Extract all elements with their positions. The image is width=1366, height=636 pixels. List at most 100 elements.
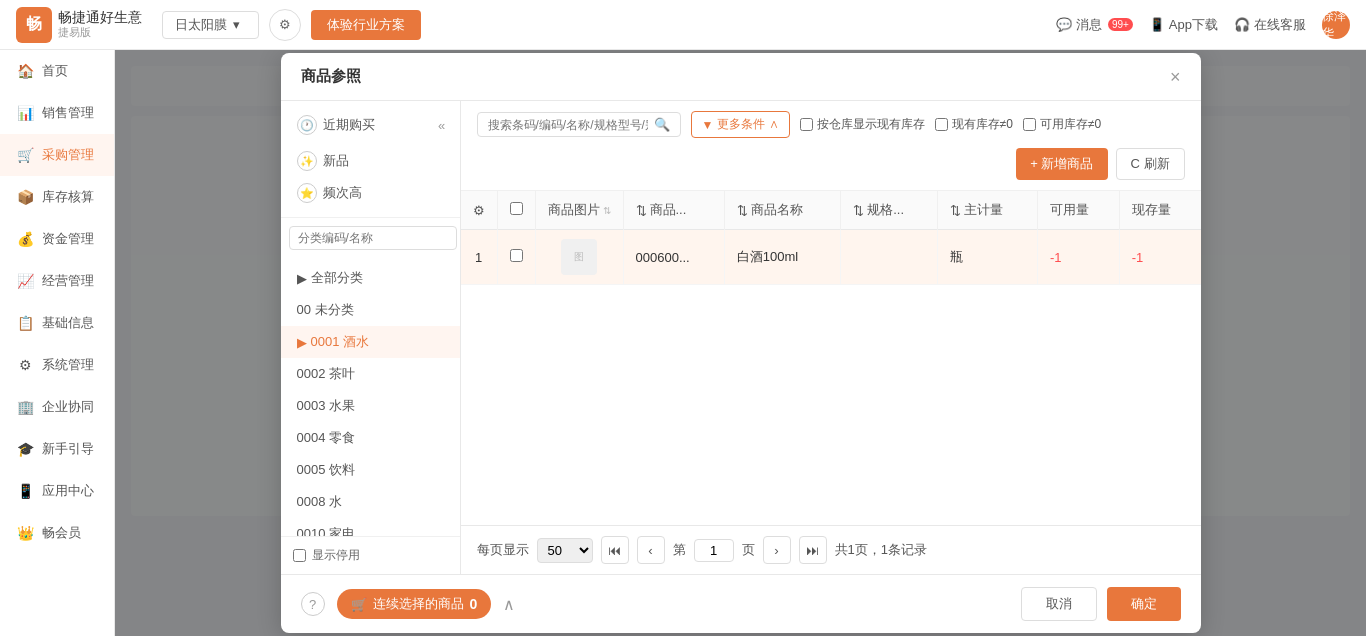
warehouse-stock-label: 按仓库显示现有库存 <box>817 116 925 133</box>
category-fruit[interactable]: 0003 水果 <box>281 390 460 422</box>
row-checkbox[interactable] <box>510 249 523 262</box>
current-stock-checkbox[interactable] <box>935 118 948 131</box>
select-all-checkbox[interactable] <box>510 202 523 215</box>
product-reference-modal: 商品参照 × 🕐 近期购买 « <box>281 53 1201 633</box>
user-name: 徐泽华 <box>1322 8 1350 42</box>
sidebar-label-operations: 经营管理 <box>42 272 94 290</box>
available-stock-checkbox[interactable] <box>1023 118 1036 131</box>
filter-icon: ▼ <box>702 118 714 132</box>
product-search-input[interactable] <box>488 118 648 132</box>
headset-icon: 🎧 <box>1234 17 1250 32</box>
th-settings[interactable]: ⚙ <box>461 191 498 230</box>
quick-link-new-label: 新品 <box>323 152 349 170</box>
right-panel: 🔍 ▼ 更多条件 ∧ 按仓库显示现有库存 <box>461 101 1201 574</box>
th-code-sort-icon: ⇅ <box>636 203 647 218</box>
toolbar-right: + 新增商品 C 刷新 <box>1016 148 1184 180</box>
new-product-icon: ✨ <box>297 151 317 171</box>
category-snacks[interactable]: 0004 零食 <box>281 422 460 454</box>
modal-close-button[interactable]: × <box>1170 68 1181 86</box>
cancel-button[interactable]: 取消 <box>1021 587 1097 621</box>
user-avatar[interactable]: 徐泽华 <box>1322 11 1350 39</box>
row-image-cell: 图 <box>535 230 623 285</box>
sidebar-item-apps[interactable]: 📱 应用中心 <box>0 470 114 512</box>
app-download-item[interactable]: 📱 App下载 <box>1149 16 1218 34</box>
category-appliances-label: 0010 家电 <box>297 525 356 536</box>
sidebar-item-basic[interactable]: 📋 基础信息 <box>0 302 114 344</box>
quick-link-recent[interactable]: 🕐 近期购买 <box>289 109 383 141</box>
category-all[interactable]: ▶ 全部分类 <box>281 262 460 294</box>
sidebar-item-finance[interactable]: 💰 资金管理 <box>0 218 114 260</box>
page-size-select[interactable]: 10 20 50 100 <box>537 538 593 563</box>
category-alcohol[interactable]: ▶ 0001 酒水 <box>281 326 460 358</box>
sidebar-item-guide[interactable]: 🎓 新手引导 <box>0 428 114 470</box>
category-search-input[interactable] <box>289 226 457 250</box>
category-tea[interactable]: 0002 茶叶 <box>281 358 460 390</box>
sidebar-item-purchase[interactable]: 🛒 采购管理 <box>0 134 114 176</box>
help-icon[interactable]: ? <box>301 592 325 616</box>
sidebar-label-system: 系统管理 <box>42 356 94 374</box>
message-icon: 💬 <box>1056 17 1072 32</box>
th-code: ⇅ 商品... <box>623 191 724 230</box>
show-disabled-checkbox[interactable] <box>293 549 306 562</box>
sidebar-label-enterprise: 企业协同 <box>42 398 94 416</box>
category-tea-label: 0002 茶叶 <box>297 365 356 383</box>
category-snacks-label: 0004 零食 <box>297 429 356 447</box>
th-unit-sort-icon: ⇅ <box>950 203 961 218</box>
sidebar-label-basic: 基础信息 <box>42 314 94 332</box>
category-appliances[interactable]: 0010 家电 <box>281 518 460 536</box>
gear-button[interactable]: ⚙ <box>269 9 301 41</box>
guide-icon: 🎓 <box>16 440 34 458</box>
online-service-label: 在线客服 <box>1254 16 1306 34</box>
last-page-button[interactable]: ⏭ <box>799 536 827 564</box>
current-stock-label: 现有库存≠0 <box>952 116 1013 133</box>
quick-link-frequent[interactable]: ⭐ 频次高 <box>289 177 452 209</box>
sidebar-item-system[interactable]: ⚙ 系统管理 <box>0 344 114 386</box>
sidebar-item-inventory[interactable]: 📦 库存核算 <box>0 176 114 218</box>
first-page-button[interactable]: ⏮ <box>601 536 629 564</box>
add-product-button[interactable]: + 新增商品 <box>1016 148 1107 180</box>
page-label: 第 <box>673 541 686 559</box>
quick-link-frequent-label: 频次高 <box>323 184 362 202</box>
notification-item[interactable]: 💬 消息 99+ <box>1056 16 1133 34</box>
next-page-button[interactable]: › <box>763 536 791 564</box>
current-stock-checkbox-group[interactable]: 现有库存≠0 <box>935 116 1013 133</box>
collapse-panel-button[interactable]: « <box>432 115 452 135</box>
sidebar-item-home[interactable]: 🏠 首页 <box>0 50 114 92</box>
th-stock-label: 现存量 <box>1132 201 1171 219</box>
row-code: 000600... <box>623 230 724 285</box>
store-selector[interactable]: 日太阳膜 ▾ <box>162 11 259 39</box>
sidebar-item-sales[interactable]: 📊 销售管理 <box>0 92 114 134</box>
collapse-footer-button[interactable]: ∧ <box>503 595 515 614</box>
category-drinks-label: 0005 饮料 <box>297 461 356 479</box>
sidebar-item-member[interactable]: 👑 畅会员 <box>0 512 114 554</box>
row-checkbox-cell[interactable] <box>497 230 535 285</box>
logo-sub: 捷易版 <box>58 25 142 40</box>
sidebar-item-enterprise[interactable]: 🏢 企业协同 <box>0 386 114 428</box>
sidebar-label-home: 首页 <box>42 62 68 80</box>
category-uncategorized[interactable]: 00 未分类 <box>281 294 460 326</box>
category-all-label: 全部分类 <box>311 269 363 287</box>
quick-link-new[interactable]: ✨ 新品 <box>289 145 452 177</box>
table-row[interactable]: 1 图 000600... 白酒100ml <box>461 230 1201 285</box>
total-info: 共1页，1条记录 <box>835 541 927 559</box>
sidebar-label-guide: 新手引导 <box>42 440 94 458</box>
page-number-input[interactable] <box>694 539 734 562</box>
available-stock-checkbox-group[interactable]: 可用库存≠0 <box>1023 116 1101 133</box>
trial-button[interactable]: 体验行业方案 <box>311 10 421 40</box>
sidebar-item-operations[interactable]: 📈 经营管理 <box>0 260 114 302</box>
prev-page-button[interactable]: ‹ <box>637 536 665 564</box>
row-unit: 瓶 <box>938 230 1038 285</box>
more-filters-button[interactable]: ▼ 更多条件 ∧ <box>691 111 790 138</box>
confirm-button[interactable]: 确定 <box>1107 587 1181 621</box>
quick-link-recent-label: 近期购买 <box>323 116 375 134</box>
category-water[interactable]: 0008 水 <box>281 486 460 518</box>
category-drinks[interactable]: 0005 饮料 <box>281 454 460 486</box>
modal-body: 🕐 近期购买 « ✨ 新品 ⭐ 频次高 <box>281 101 1201 574</box>
search-icon[interactable]: 🔍 <box>654 117 670 132</box>
online-service-item[interactable]: 🎧 在线客服 <box>1234 16 1306 34</box>
cart-area[interactable]: 🛒 连续选择的商品 0 <box>337 589 492 619</box>
warehouse-stock-checkbox-group[interactable]: 按仓库显示现有库存 <box>800 116 925 133</box>
refresh-button[interactable]: C 刷新 <box>1116 148 1185 180</box>
available-stock-label: 可用库存≠0 <box>1040 116 1101 133</box>
warehouse-stock-checkbox[interactable] <box>800 118 813 131</box>
